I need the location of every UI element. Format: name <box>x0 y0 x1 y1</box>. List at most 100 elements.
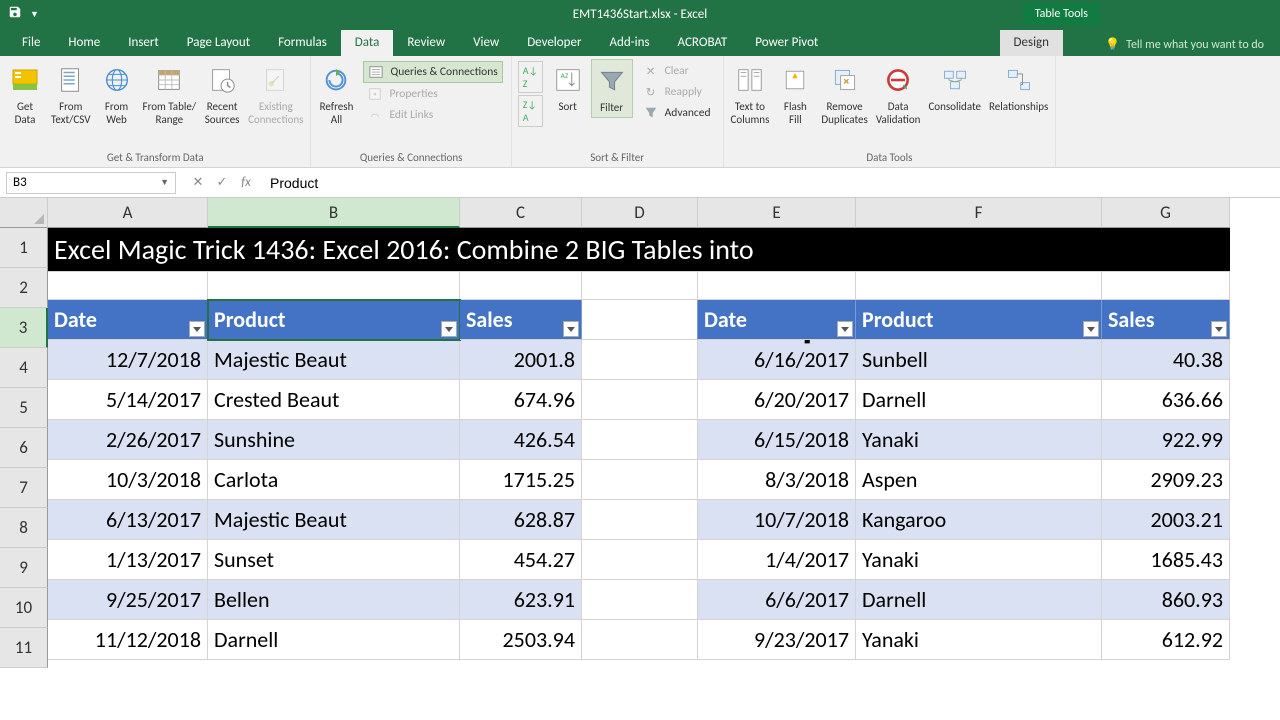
empty-cell[interactable] <box>460 272 582 300</box>
row-header-3[interactable]: 3 <box>0 308 48 348</box>
consolidate-button[interactable]: Consolidate <box>925 59 984 116</box>
refresh-all-button[interactable]: RefreshAll <box>315 59 357 128</box>
table1-product[interactable]: Carlota <box>208 460 460 500</box>
row-header-10[interactable]: 10 <box>0 588 48 628</box>
text-to-columns-button[interactable]: Text toColumns <box>728 59 773 128</box>
filter-button[interactable]: Filter <box>591 59 633 118</box>
table1-product[interactable]: Majestic Beaut <box>208 500 460 540</box>
table1-date[interactable]: 5/14/2017 <box>48 380 208 420</box>
table1-product[interactable]: Bellen <box>208 580 460 620</box>
table2-date[interactable]: 6/16/2017 <box>698 340 856 380</box>
empty-cell[interactable] <box>582 460 698 500</box>
empty-cell[interactable] <box>856 272 1102 300</box>
table2-product[interactable]: Sunbell <box>856 340 1102 380</box>
table1-sales[interactable]: 674.96 <box>460 380 582 420</box>
edit-links-button[interactable]: Edit Links <box>363 105 502 125</box>
sort-asc-button[interactable]: A↓Z <box>518 61 543 93</box>
table1-sales[interactable]: 628.87 <box>460 500 582 540</box>
table2-product[interactable]: Yanaki <box>856 540 1102 580</box>
col-header-B[interactable]: B <box>208 198 460 228</box>
table1-sales[interactable]: 454.27 <box>460 540 582 580</box>
table2-product[interactable]: Darnell <box>856 380 1102 420</box>
cancel-formula-icon[interactable]: ✕ <box>190 175 206 190</box>
header-date-1[interactable]: Date <box>48 300 208 340</box>
header-product-1[interactable]: Product <box>208 300 460 340</box>
table1-date[interactable]: 6/13/2017 <box>48 500 208 540</box>
table2-date[interactable]: 10/7/2018 <box>698 500 856 540</box>
table2-date[interactable]: 6/6/2017 <box>698 580 856 620</box>
accept-formula-icon[interactable]: ✓ <box>214 175 230 190</box>
reapply-button[interactable]: ↻Reapply <box>639 82 715 102</box>
table1-sales[interactable]: 2001.8 <box>460 340 582 380</box>
data-validation-button[interactable]: DataValidation <box>873 59 924 128</box>
header-product-2[interactable]: Product <box>856 300 1102 340</box>
row-header-8[interactable]: 8 <box>0 508 48 548</box>
table1-product[interactable]: Majestic Beaut <box>208 340 460 380</box>
row-header-1[interactable]: 1 <box>0 228 48 268</box>
empty-cell[interactable] <box>582 580 698 620</box>
title-cell[interactable]: Excel Magic Trick 1436: Excel 2016: Comb… <box>48 228 1230 272</box>
tab-design[interactable]: Design <box>1000 30 1063 56</box>
flash-fill-button[interactable]: FlashFill <box>774 59 816 128</box>
table2-date[interactable]: 6/15/2018 <box>698 420 856 460</box>
header-sales-2[interactable]: Sales <box>1102 300 1230 340</box>
tab-review[interactable]: Review <box>393 30 459 56</box>
empty-cell[interactable] <box>582 500 698 540</box>
empty-cell[interactable] <box>582 380 698 420</box>
from-web-button[interactable]: FromWeb <box>96 59 138 128</box>
filter-dropdown-icon[interactable] <box>1083 321 1099 337</box>
clear-filter-button[interactable]: ✕Clear <box>639 61 715 81</box>
row-header-11[interactable]: 11 <box>0 628 48 668</box>
table2-sales[interactable]: 40.38 <box>1102 340 1230 380</box>
advanced-filter-button[interactable]: Advanced <box>639 103 715 123</box>
table1-date[interactable]: 1/13/2017 <box>48 540 208 580</box>
tab-view[interactable]: View <box>459 30 513 56</box>
tab-file[interactable]: File <box>8 30 54 56</box>
empty-cell[interactable] <box>48 272 208 300</box>
empty-cell[interactable] <box>698 272 856 300</box>
column-headers[interactable]: ABCDEFG <box>48 198 1230 228</box>
table2-product[interactable]: Darnell <box>856 580 1102 620</box>
tab-data[interactable]: Data <box>341 30 394 56</box>
header-date-2[interactable]: Date <box>698 300 856 340</box>
tab-pagelayout[interactable]: Page Layout <box>173 30 264 56</box>
col-header-D[interactable]: D <box>582 198 698 228</box>
tab-formulas[interactable]: Formulas <box>264 30 341 56</box>
name-box[interactable]: B3 ▼ <box>6 172 176 194</box>
existing-connections-button[interactable]: ExistingConnections <box>245 59 306 128</box>
qat-dropdown-icon[interactable]: ▼ <box>30 9 39 20</box>
table1-product[interactable]: Darnell <box>208 620 460 660</box>
formula-input[interactable] <box>262 172 1280 194</box>
table2-sales[interactable]: 2003.21 <box>1102 500 1230 540</box>
table1-sales[interactable]: 426.54 <box>460 420 582 460</box>
header-sales-1[interactable]: Sales <box>460 300 582 340</box>
empty-cell[interactable] <box>582 540 698 580</box>
get-data-button[interactable]: GetData <box>4 59 46 128</box>
col-header-A[interactable]: A <box>48 198 208 228</box>
empty-cell[interactable] <box>208 272 460 300</box>
tell-me-search[interactable]: 💡 Tell me what you want to do <box>1097 33 1272 56</box>
table2-sales[interactable]: 860.93 <box>1102 580 1230 620</box>
row-headers[interactable]: 1234567891011 <box>0 228 48 668</box>
table2-sales[interactable]: 922.99 <box>1102 420 1230 460</box>
empty-cell[interactable] <box>582 300 698 340</box>
tab-home[interactable]: Home <box>54 30 114 56</box>
table1-date[interactable]: 9/25/2017 <box>48 580 208 620</box>
table2-product[interactable]: Aspen <box>856 460 1102 500</box>
table2-product[interactable]: Yanaki <box>856 620 1102 660</box>
empty-cell[interactable] <box>582 272 698 300</box>
fx-icon[interactable]: fx <box>238 175 254 190</box>
name-box-dropdown-icon[interactable]: ▼ <box>160 177 169 188</box>
col-header-F[interactable]: F <box>856 198 1102 228</box>
table1-date[interactable]: 2/26/2017 <box>48 420 208 460</box>
filter-dropdown-icon[interactable] <box>189 321 205 337</box>
table2-date[interactable]: 9/23/2017 <box>698 620 856 660</box>
save-icon[interactable] <box>8 5 22 23</box>
properties-button[interactable]: Properties <box>363 84 502 104</box>
tab-addins[interactable]: Add-ins <box>595 30 663 56</box>
table2-product[interactable]: Yanaki <box>856 420 1102 460</box>
tab-powerpivot[interactable]: Power Pivot <box>741 30 832 56</box>
row-header-5[interactable]: 5 <box>0 388 48 428</box>
cells-area[interactable]: ✚ Excel Magic Trick 1436: Excel 2016: Co… <box>48 228 1230 668</box>
filter-dropdown-icon[interactable] <box>563 321 579 337</box>
